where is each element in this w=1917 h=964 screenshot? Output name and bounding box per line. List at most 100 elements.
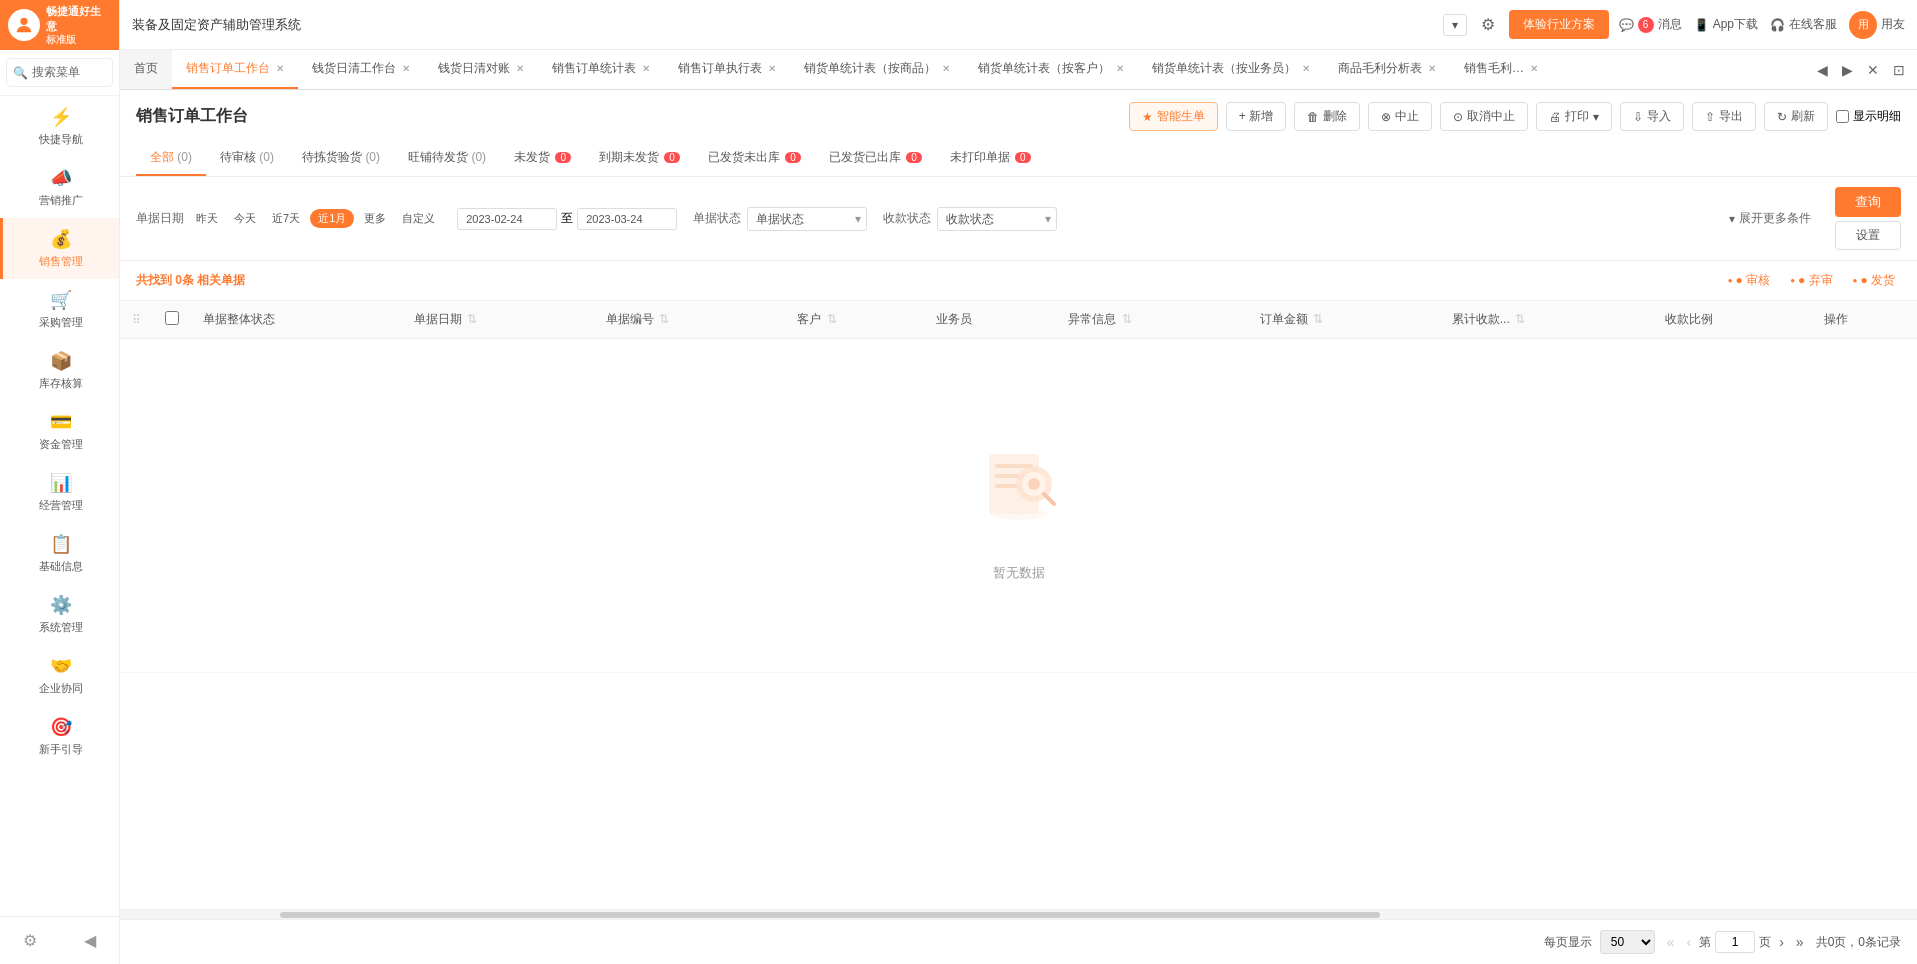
tab-sales-stats[interactable]: 销售订单统计表 ✕ <box>538 50 664 89</box>
filter-tab-all[interactable]: 全部 (0) <box>136 141 206 176</box>
tab-prev-button[interactable]: ◀ <box>1811 56 1834 84</box>
stop-button[interactable]: ⊗ 中止 <box>1368 102 1432 131</box>
tab-cash-reconcile[interactable]: 钱货日清对账 ✕ <box>424 50 538 89</box>
tab-close-all-button[interactable]: ✕ <box>1861 56 1885 84</box>
sidebar-item-purchase[interactable]: 🛒 采购管理 <box>0 279 119 340</box>
tab-sales-workbench-close[interactable]: ✕ <box>276 63 284 74</box>
sidebar-item-marketing[interactable]: 📣 营销推广 <box>0 157 119 218</box>
tab-sales-exec[interactable]: 销售订单执行表 ✕ <box>664 50 790 89</box>
filter-tab-shipped-not-out[interactable]: 已发货未出库 0 <box>694 141 815 176</box>
customer-sort-icon[interactable]: ⇅ <box>827 312 837 326</box>
expand-conditions-button[interactable]: ▾ 展开更多条件 <box>1721 206 1819 231</box>
tab-gross-margin-close[interactable]: ✕ <box>1428 63 1436 74</box>
tab-sales-exec-close[interactable]: ✕ <box>768 63 776 74</box>
sidebar-item-enterprise[interactable]: 🤝 企业协同 <box>0 645 119 706</box>
app-download-button[interactable]: 📱 App下载 <box>1694 16 1758 33</box>
page-first-button[interactable]: « <box>1663 932 1679 952</box>
tab-maximize-button[interactable]: ⊡ <box>1887 56 1911 84</box>
page-prev-button[interactable]: ‹ <box>1683 932 1696 952</box>
error-sort-icon[interactable]: ⇅ <box>1122 312 1132 326</box>
tab-cash-daily-close[interactable]: ✕ <box>402 63 410 74</box>
filter-tab-overdue[interactable]: 到期未发货 0 <box>585 141 694 176</box>
tab-sales-workbench[interactable]: 销售订单工作台 ✕ <box>172 50 298 89</box>
industry-solution-button[interactable]: 体验行业方案 <box>1509 10 1609 39</box>
date-to-input[interactable] <box>577 208 677 230</box>
sidebar-item-finance[interactable]: 💳 资金管理 <box>0 401 119 462</box>
topbar-gear-button[interactable]: ⚙ <box>1477 11 1499 38</box>
tab-gross-margin[interactable]: 商品毛利分析表 ✕ <box>1324 50 1450 89</box>
query-button[interactable]: 查询 <box>1835 187 1901 217</box>
print-button[interactable]: 🖨 打印 ▾ <box>1536 102 1612 131</box>
online-service-button[interactable]: 🎧 在线客服 <box>1770 16 1837 33</box>
sidebar-item-quick-nav[interactable]: ⚡ 快捷导航 <box>0 96 119 157</box>
filter-tab-pending-review[interactable]: 待审核 (0) <box>206 141 288 176</box>
tab-home[interactable]: 首页 <box>120 50 172 89</box>
delete-button[interactable]: 🗑 删除 <box>1294 102 1360 131</box>
smart-generate-button[interactable]: ★ 智能生单 <box>1129 102 1218 131</box>
sidebar-search-area: 🔍 搜索菜单 <box>0 50 119 96</box>
tab-next-button[interactable]: ▶ <box>1836 56 1859 84</box>
print-icon: 🖨 <box>1549 110 1561 124</box>
payment-select[interactable]: 收款状态 <box>937 207 1057 231</box>
tab-sales-summary-staff[interactable]: 销货单统计表（按业务员） ✕ <box>1138 50 1324 89</box>
horizontal-scrollbar[interactable] <box>120 909 1917 919</box>
ship-quick-button[interactable]: ● 发货 <box>1847 269 1901 292</box>
cancel-stop-button[interactable]: ⊙ 取消中止 <box>1440 102 1528 131</box>
tab-sales-profit-close[interactable]: ✕ <box>1530 63 1538 74</box>
tab-sales-stats-close[interactable]: ✕ <box>642 63 650 74</box>
new-button[interactable]: + 新增 <box>1226 102 1286 131</box>
tab-sales-summary-staff-close[interactable]: ✕ <box>1302 63 1310 74</box>
tab-sales-summary-product[interactable]: 销货单统计表（按商品） ✕ <box>790 50 964 89</box>
filter-tab-wangpu[interactable]: 旺铺待发货 (0) <box>394 141 500 176</box>
tab-cash-reconcile-close[interactable]: ✕ <box>516 63 524 74</box>
system-dropdown-button[interactable]: ▾ <box>1443 14 1467 36</box>
per-page-select[interactable]: 50 10 20 100 <box>1600 930 1655 954</box>
number-sort-icon[interactable]: ⇅ <box>659 312 669 326</box>
tab-sales-summary-product-close[interactable]: ✕ <box>942 63 950 74</box>
page-last-button[interactable]: » <box>1792 932 1808 952</box>
date-custom-btn[interactable]: 自定义 <box>396 209 441 228</box>
tab-sales-summary-customer-close[interactable]: ✕ <box>1116 63 1124 74</box>
col-status: 单据整体状态 <box>191 301 402 339</box>
filter-tab-not-printed[interactable]: 未打印单据 0 <box>936 141 1045 176</box>
sidebar-settings-button[interactable]: ⚙ <box>19 927 41 954</box>
filter-tab-shipped-out[interactable]: 已发货已出库 0 <box>815 141 936 176</box>
review-quick-button[interactable]: ● 审核 <box>1722 269 1776 292</box>
sidebar-item-system[interactable]: ⚙️ 系统管理 <box>0 584 119 645</box>
tab-sales-summary-customer[interactable]: 销货单统计表（按客户） ✕ <box>964 50 1138 89</box>
search-menu-button[interactable]: 🔍 搜索菜单 <box>6 58 113 87</box>
received-sort-icon[interactable]: ⇅ <box>1515 312 1525 326</box>
message-button[interactable]: 💬 6 消息 <box>1619 16 1682 33</box>
scrollbar-thumb[interactable] <box>280 912 1380 918</box>
status-select[interactable]: 单据状态 <box>747 207 867 231</box>
import-button[interactable]: ⇩ 导入 <box>1620 102 1684 131</box>
sidebar-item-sales[interactable]: 💰 销售管理 <box>0 218 119 279</box>
select-all-checkbox[interactable] <box>165 311 179 325</box>
date-sort-icon[interactable]: ⇅ <box>467 312 477 326</box>
export-button[interactable]: ⇧ 导出 <box>1692 102 1756 131</box>
sidebar-item-guide[interactable]: 🎯 新手引导 <box>0 706 119 767</box>
refresh-button[interactable]: ↻ 刷新 <box>1764 102 1828 131</box>
amount-sort-icon[interactable]: ⇅ <box>1313 312 1323 326</box>
tab-cash-daily[interactable]: 钱货日清工作台 ✕ <box>298 50 424 89</box>
sidebar-item-basic-info[interactable]: 📋 基础信息 <box>0 523 119 584</box>
show-detail-checkbox[interactable] <box>1836 110 1849 123</box>
date-today-btn[interactable]: 今天 <box>228 209 262 228</box>
sidebar-item-operations[interactable]: 📊 经营管理 <box>0 462 119 523</box>
settings-button[interactable]: 设置 <box>1835 221 1901 250</box>
date-from-input[interactable] <box>457 208 557 230</box>
date-1month-btn[interactable]: 近1月 <box>310 209 354 228</box>
user-button[interactable]: 用 用友 <box>1849 11 1905 39</box>
filter-tab-not-shipped[interactable]: 未发货 0 <box>500 141 585 176</box>
show-detail-label[interactable]: 显示明细 <box>1836 108 1901 125</box>
date-yesterday-btn[interactable]: 昨天 <box>190 209 224 228</box>
filter-tab-pending-inspect[interactable]: 待拣货验货 (0) <box>288 141 394 176</box>
tab-sales-profit[interactable]: 销售毛利… ✕ <box>1450 50 1552 89</box>
cancel-review-quick-button[interactable]: ● 弃审 <box>1784 269 1838 292</box>
sidebar-collapse-button[interactable]: ◀ <box>80 927 100 954</box>
page-number-input[interactable] <box>1715 931 1755 953</box>
date-7days-btn[interactable]: 近7天 <box>266 209 306 228</box>
sidebar-item-inventory[interactable]: 📦 库存核算 <box>0 340 119 401</box>
page-next-button[interactable]: › <box>1775 932 1788 952</box>
date-more-btn[interactable]: 更多 <box>358 209 392 228</box>
